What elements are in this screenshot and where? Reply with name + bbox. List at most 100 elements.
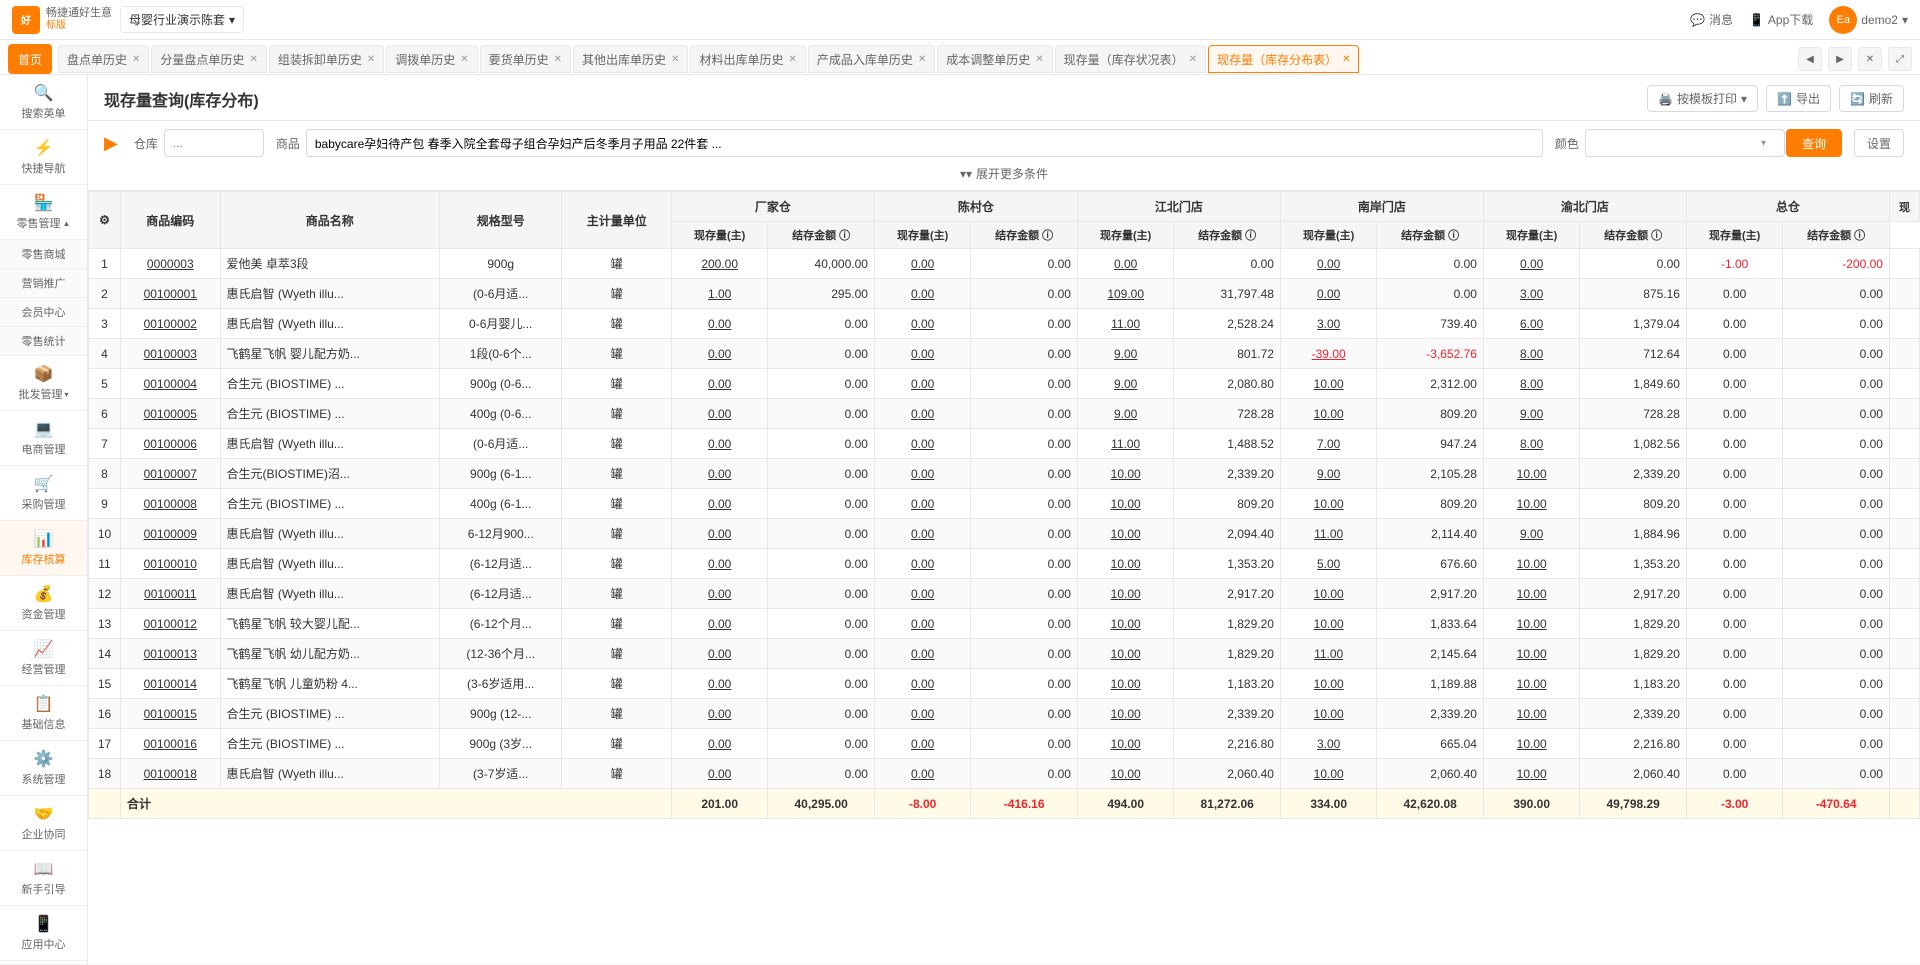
tab-costadjust[interactable]: 成本调整单历史 ✕ bbox=[937, 45, 1052, 73]
th-code: 商品编码 bbox=[121, 192, 221, 249]
th-unit: 主计量单位 bbox=[562, 192, 671, 249]
tab-close-stockRecord[interactable]: ✕ bbox=[132, 54, 140, 65]
tab-invstatus[interactable]: 现存量（库存状况表） ✕ bbox=[1055, 45, 1206, 73]
table-container: ⚙ 商品编码 商品名称 规格型号 主计量单位 厂家仓 陈村仓 江北门店 南岸门店… bbox=[88, 191, 1920, 964]
sidebar-item-wholesale[interactable]: 📦 批发管理 ▾ bbox=[0, 356, 87, 411]
sidebar-item-enterprise[interactable]: 🤝 企业协同 bbox=[0, 796, 87, 851]
sidebar-item-retailshop[interactable]: 零售商城 bbox=[0, 240, 87, 269]
print-btn[interactable]: 🖨️ 按模板打印 ▾ bbox=[1647, 85, 1758, 112]
product-label: 商品 bbox=[276, 135, 300, 152]
tab-stockRecord[interactable]: 盘点单历史 ✕ bbox=[58, 45, 149, 73]
table-row: 300100002惠氏启智 (Wyeth illu...0-6月婴儿...罐0.… bbox=[89, 309, 1920, 339]
th-yb-amount: 结存金额 ⓘ bbox=[1580, 222, 1687, 249]
filter-row: ▶ 仓库 商品 颜色 ▾ 查询 设置 bbox=[104, 129, 1904, 157]
th-spec: 规格型号 bbox=[439, 192, 562, 249]
th-jb-stock: 现存量(主) bbox=[1077, 222, 1173, 249]
print-icon: 🖨️ bbox=[1658, 92, 1673, 106]
table-row: 700100006惠氏启智 (Wyeth illu...(0-6月适...罐0.… bbox=[89, 429, 1920, 459]
table-row: 1000100009惠氏启智 (Wyeth illu...6-12月900...… bbox=[89, 519, 1920, 549]
tab-req[interactable]: 要货单历史 ✕ bbox=[480, 45, 571, 73]
sidebar-item-inventory[interactable]: 📊 库存核算 bbox=[0, 521, 87, 576]
color-input[interactable] bbox=[1585, 129, 1785, 157]
search-icon: 🔍 bbox=[4, 83, 83, 103]
tab-close-costadjust[interactable]: ✕ bbox=[1035, 54, 1043, 65]
table-row: 500100004合生元 (BIOSTIME) ...900g (0-6...罐… bbox=[89, 369, 1920, 399]
summary-label: 合计 bbox=[121, 789, 672, 819]
sidebar-item-search[interactable]: 🔍 搜索英单 bbox=[0, 75, 87, 130]
finance-icon: 💰 bbox=[4, 584, 83, 604]
sidebar-item-newguide[interactable]: 📖 新手引导 bbox=[0, 851, 87, 906]
th-na-stock: 现存量(主) bbox=[1280, 222, 1376, 249]
tab-close-productin[interactable]: ✕ bbox=[918, 54, 926, 65]
filter-expand-arrow[interactable]: ▶ bbox=[104, 133, 118, 154]
sum-jb-stock: 494.00 bbox=[1077, 789, 1173, 819]
export-btn[interactable]: ⬆️ 导出 bbox=[1766, 85, 1831, 112]
expand-more-icon: ▾▾ bbox=[960, 167, 972, 181]
th-jb-amount: 结存金额 ⓘ bbox=[1174, 222, 1281, 249]
sidebar-item-retailstat[interactable]: 零售统计 bbox=[0, 327, 87, 356]
query-btn[interactable]: 查询 bbox=[1786, 129, 1842, 157]
tab-otherout[interactable]: 其他出库单历史 ✕ bbox=[573, 45, 688, 73]
tab-bar: 首页 盘点单历史 ✕ 分量盘点单历史 ✕ 组装拆卸单历史 ✕ 调拨单历史 ✕ 要… bbox=[0, 40, 1920, 75]
table-row: 1600100015合生元 (BIOSTIME) ...900g (12-...… bbox=[89, 699, 1920, 729]
tab-prev-btn[interactable]: ◀ bbox=[1798, 47, 1822, 71]
tab-group[interactable]: 组装拆卸单历史 ✕ bbox=[269, 45, 384, 73]
settings-btn[interactable]: 设置 bbox=[1854, 129, 1904, 157]
sum-na-amount: 42,620.08 bbox=[1377, 789, 1484, 819]
tab-expand-btn[interactable]: ⤢ bbox=[1888, 47, 1912, 71]
tab-close-transfer[interactable]: ✕ bbox=[460, 54, 468, 65]
tab-close-otherout[interactable]: ✕ bbox=[671, 54, 679, 65]
inventory-icon: 📊 bbox=[4, 529, 83, 549]
sidebar-item-operation[interactable]: 📈 经营管理 bbox=[0, 631, 87, 686]
sidebar-item-member[interactable]: 会员中心 bbox=[0, 298, 87, 327]
th-fw-stock: 现存量(主) bbox=[671, 222, 767, 249]
sidebar-item-marketing[interactable]: 营销推广 bbox=[0, 269, 87, 298]
sidebar-item-purchase[interactable]: 🛒 采购管理 bbox=[0, 466, 87, 521]
logo-icon: 好 bbox=[12, 6, 40, 34]
export-icon: ⬆️ bbox=[1777, 92, 1792, 106]
tab-home[interactable]: 首页 bbox=[8, 44, 52, 74]
app-icon: 📱 bbox=[1749, 13, 1764, 27]
sidebar-item-retail[interactable]: 🏪 零售管理 ▲ bbox=[0, 185, 87, 240]
tab-close-materialout[interactable]: ✕ bbox=[788, 54, 796, 65]
tab-next-btn[interactable]: ▶ bbox=[1828, 47, 1852, 71]
top-bar: 好 畅捷通好生意 标版 母婴行业演示陈套 ▾ 💬 消息 📱 App下载 Ea d… bbox=[0, 0, 1920, 40]
tab-close-req[interactable]: ✕ bbox=[554, 54, 562, 65]
sidebar-item-appcenter[interactable]: 📱 应用中心 bbox=[0, 906, 87, 961]
summary-row: 合计 201.00 40,295.00 -8.00 -416.16 494.00… bbox=[89, 789, 1920, 819]
warehouse-input[interactable] bbox=[164, 129, 264, 157]
expand-more-btn[interactable]: ▾▾ 展开更多条件 bbox=[104, 163, 1904, 184]
tab-close-invdist[interactable]: ✕ bbox=[1342, 54, 1350, 65]
sidebar-item-system[interactable]: ⚙️ 系统管理 bbox=[0, 741, 87, 796]
sum-fw-stock: 201.00 bbox=[671, 789, 767, 819]
wholesale-arrow-icon: ▾ bbox=[64, 390, 68, 399]
user-menu[interactable]: Ea demo2 ▾ bbox=[1829, 6, 1908, 34]
tab-transfer[interactable]: 调拨单历史 ✕ bbox=[386, 45, 477, 73]
tab-branch[interactable]: 分量盘点单历史 ✕ bbox=[151, 45, 266, 73]
th-cj-stock: 现存量(主) bbox=[874, 222, 970, 249]
tab-close-group[interactable]: ✕ bbox=[367, 54, 375, 65]
tab-invdist[interactable]: 现存量（库存分布表） ✕ bbox=[1208, 45, 1359, 73]
tab-close-invstatus[interactable]: ✕ bbox=[1189, 54, 1197, 65]
tab-close-all-btn[interactable]: ✕ bbox=[1858, 47, 1882, 71]
sidebar-item-quicknav[interactable]: ⚡ 快捷导航 bbox=[0, 130, 87, 185]
retail-icon: 🏪 bbox=[34, 193, 54, 213]
logo-area: 好 畅捷通好生意 标版 bbox=[12, 6, 112, 34]
message-btn[interactable]: 💬 消息 bbox=[1690, 11, 1733, 28]
org-selector[interactable]: 母婴行业演示陈套 ▾ bbox=[120, 6, 244, 33]
product-input[interactable] bbox=[306, 129, 1543, 157]
tab-close-branch[interactable]: ✕ bbox=[249, 54, 257, 65]
tab-materialout[interactable]: 材料出库单历史 ✕ bbox=[690, 45, 805, 73]
page-title: 现存量查询(库存分布) bbox=[104, 87, 259, 111]
sidebar-item-ecommerce[interactable]: 💻 电商管理 bbox=[0, 411, 87, 466]
refresh-btn[interactable]: 🔄 刷新 bbox=[1839, 85, 1904, 112]
th-na-amount: 结存金额 ⓘ bbox=[1377, 222, 1484, 249]
sidebar-item-basic[interactable]: 📋 基础信息 bbox=[0, 686, 87, 741]
tab-productin[interactable]: 产成品入库单历史 ✕ bbox=[808, 45, 935, 73]
print-arrow-icon: ▾ bbox=[1741, 92, 1747, 106]
app-download-btn[interactable]: 📱 App下载 bbox=[1749, 11, 1813, 28]
sidebar-item-corpwx[interactable]: 💬 企业微信 bbox=[0, 961, 87, 964]
warehouse-label: 仓库 bbox=[134, 135, 158, 152]
sidebar-item-finance[interactable]: 💰 资金管理 bbox=[0, 576, 87, 631]
table-row: 600100005合生元 (BIOSTIME) ...400g (0-6...罐… bbox=[89, 399, 1920, 429]
